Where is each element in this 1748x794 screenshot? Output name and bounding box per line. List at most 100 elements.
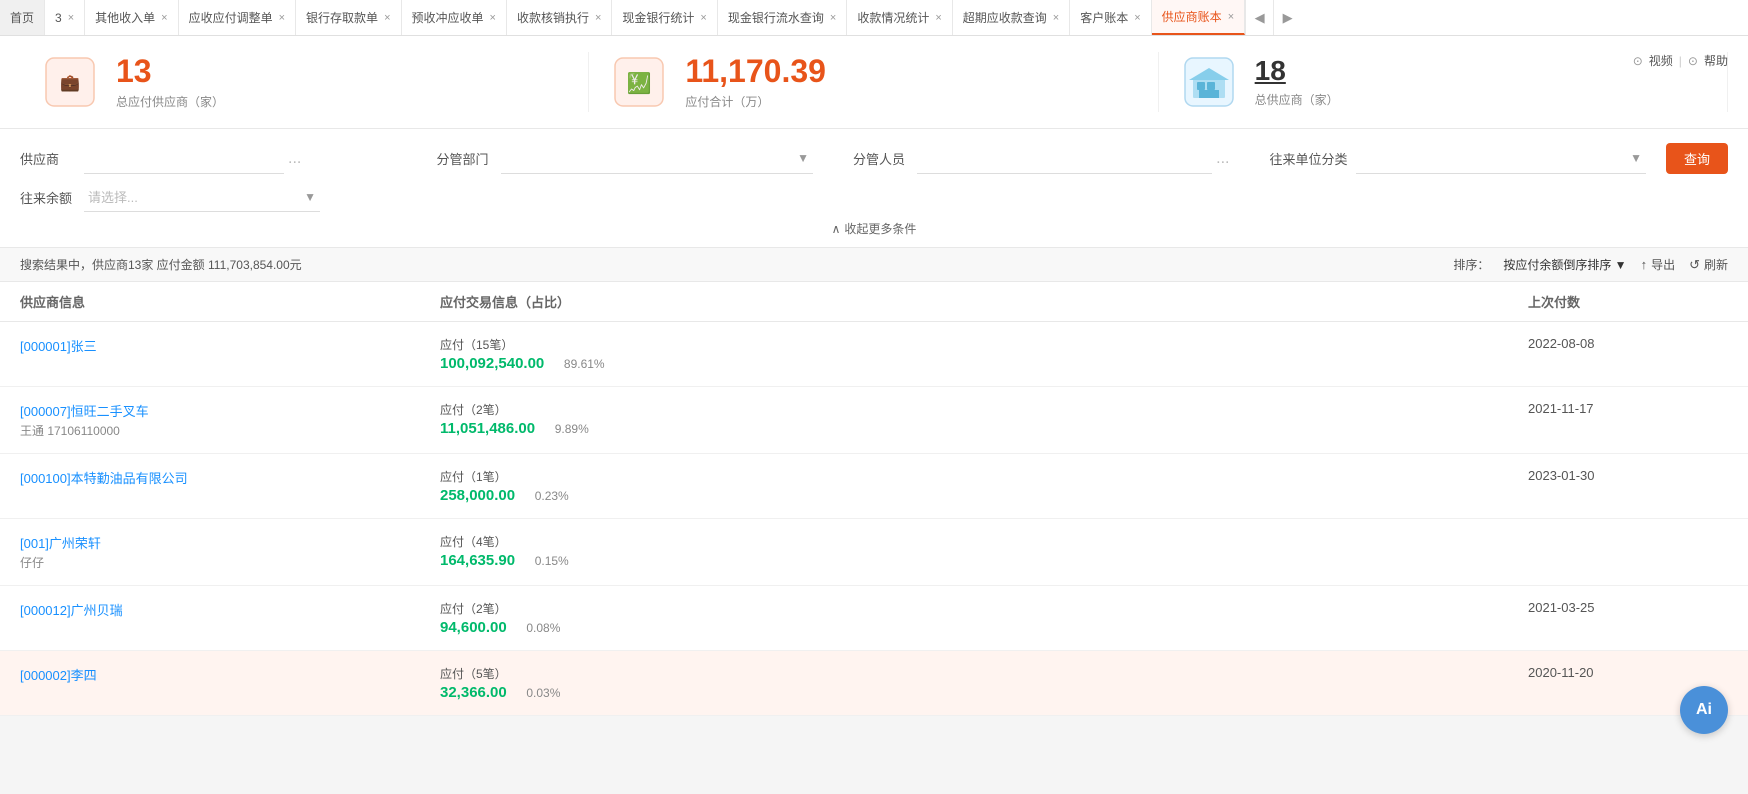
nav-tab-other-income-label: 其他收入单 (95, 9, 155, 26)
nav-arrow-left[interactable]: ◀ (1245, 0, 1273, 35)
nav-tab-customer-book-label: 客户账本 (1080, 9, 1128, 26)
summary-text-amount: 11,170.39 应付合计（万） (685, 54, 826, 110)
supplier-filter-input[interactable] (84, 144, 284, 174)
cell-supplier-3: [000100]本特勤油品有限公司 (20, 468, 440, 487)
nav-tab-overdue-ar[interactable]: 超期应收款查询 × (953, 0, 1070, 35)
summary-card-payable-suppliers: ◇ 💼 13 总应付供应商（家） (20, 52, 589, 112)
nav-tab-overdue-ar-label: 超期应收款查询 (963, 9, 1047, 26)
col-header-transaction: 应付交易信息（占比） (440, 292, 1528, 311)
refresh-label: 刷新 (1704, 256, 1728, 273)
sort-value[interactable]: 按应付余额倒序排序 ▼ (1503, 256, 1626, 273)
trans-label-6: 应付（5笔） (440, 665, 1528, 682)
nav-tab-cash-stat-label: 现金银行统计 (622, 9, 694, 26)
supplier-link-4[interactable]: [001]广州荣轩 (20, 536, 101, 551)
supplier-link-6[interactable]: [000002]李四 (20, 668, 97, 683)
nav-tab-receipt-exec[interactable]: 收款核销执行 × (507, 0, 612, 35)
payable-supplier-label: 总应付供应商（家） (116, 93, 224, 110)
nav-tab-receipt-exec-label: 收款核销执行 (517, 9, 589, 26)
supplier-filter-dots[interactable]: ... (288, 150, 301, 168)
export-button[interactable]: ↑ 导出 (1641, 256, 1676, 273)
category-filter-label: 往来单位分类 (1270, 149, 1348, 168)
filter-dept: 分管部门 ▼ (437, 144, 814, 174)
table-row: [000012]广州贝瑞 应付（2笔） 94,600.00 0.08% 2021… (0, 586, 1748, 651)
trans-amount-2[interactable]: 11,051,486.00 (440, 420, 535, 437)
video-link[interactable]: 视频 (1649, 52, 1673, 69)
top-links: ⊙ 视频 | ⊙ 帮助 (1633, 52, 1728, 69)
trans-pct-3: 0.23% (535, 489, 569, 503)
help-link[interactable]: 帮助 (1704, 52, 1728, 69)
table-row: [000007]恒旺二手叉车 王通 17106110000 应付（2笔） 11,… (0, 387, 1748, 454)
nav-tab-ar-ap-adjust[interactable]: 应收应付调整单 × (179, 0, 296, 35)
balance-filter-dropdown[interactable]: 请选择... ▼ (84, 182, 320, 212)
trans-pct-4: 0.15% (535, 554, 569, 568)
nav-tab-supplier-book-label: 供应商账本 (1162, 8, 1222, 25)
nav-tab-bank-deposit-close[interactable]: × (384, 12, 390, 24)
table-row: [000100]本特勤油品有限公司 应付（1笔） 258,000.00 0.23… (0, 454, 1748, 519)
trans-amount-6[interactable]: 32,366.00 (440, 684, 507, 701)
nav-tab-receipt-stat-close[interactable]: × (935, 12, 941, 24)
trans-label-4: 应付（4笔） (440, 533, 1528, 550)
cell-transaction-6: 应付（5笔） 32,366.00 0.03% (440, 665, 1528, 701)
nav-tab-home[interactable]: 首页 (0, 0, 45, 35)
nav-tab-ar-ap-adjust-close[interactable]: × (279, 12, 285, 24)
result-bar: 搜索结果中，供应商13家 应付金额 111,703,854.00元 排序： 按应… (0, 248, 1748, 282)
nav-tab-cash-stat-close[interactable]: × (700, 12, 706, 24)
supplier-link-3[interactable]: [000100]本特勤油品有限公司 (20, 471, 188, 486)
col-header-lastpay: 上次付数 (1528, 292, 1728, 311)
query-button[interactable]: 查询 (1666, 143, 1728, 174)
cell-supplier-1: [000001]张三 (20, 336, 440, 355)
table-header: 供应商信息 应付交易信息（占比） 上次付数 (0, 282, 1748, 322)
nav-tab-3[interactable]: 3 × (45, 0, 85, 35)
nav-tab-cash-flow-close[interactable]: × (830, 12, 836, 24)
nav-tab-supplier-book[interactable]: 供应商账本 × (1152, 0, 1245, 35)
nav-tab-3-label: 3 (55, 11, 62, 25)
nav-tab-receipt-exec-close[interactable]: × (595, 12, 601, 24)
nav-tab-receipt-stat[interactable]: 收款情况统计 × (847, 0, 952, 35)
nav-tab-customer-book[interactable]: 客户账本 × (1070, 0, 1151, 35)
trans-amount-5[interactable]: 94,600.00 (440, 619, 507, 636)
nav-tab-advance-ar[interactable]: 预收冲应收单 × (402, 0, 507, 35)
nav-tab-3-close[interactable]: × (68, 12, 74, 24)
category-filter-dropdown[interactable]: ▼ (1356, 144, 1646, 174)
supplier-link-2[interactable]: [000007]恒旺二手叉车 (20, 404, 149, 419)
trans-label-1: 应付（15笔） (440, 336, 1528, 353)
nav-tab-other-income[interactable]: 其他收入单 × (85, 0, 178, 35)
summary-bar: ◇ 💼 13 总应付供应商（家） 💹 11,170.39 应付合计（万） (0, 36, 1748, 129)
dept-filter-dropdown[interactable]: ▼ (501, 144, 814, 174)
supplier-sub-4: 仔仔 (20, 554, 440, 571)
trans-amount-3[interactable]: 258,000.00 (440, 487, 515, 504)
result-bar-right: 排序： 按应付余额倒序排序 ▼ ↑ 导出 ↺ 刷新 (1453, 256, 1728, 273)
ai-button[interactable]: Ai (1680, 686, 1728, 734)
trans-pct-5: 0.08% (526, 621, 560, 635)
collapse-button[interactable]: ∧ 收起更多条件 (20, 220, 1728, 237)
nav-tab-bank-deposit[interactable]: 银行存取款单 × (296, 0, 401, 35)
filter-row-2: 往来余额 请选择... ▼ (20, 182, 320, 212)
nav-tab-customer-book-close[interactable]: × (1134, 12, 1140, 24)
summary-card-payable-amount: 💹 11,170.39 应付合计（万） (589, 52, 1158, 112)
nav-tab-cash-flow[interactable]: 现金银行流水查询 × (718, 0, 847, 35)
cell-lastpay-5: 2021-03-25 (1528, 600, 1728, 615)
person-filter-label: 分管人员 (853, 149, 909, 168)
nav-tab-other-income-close[interactable]: × (161, 12, 167, 24)
supplier-link-5[interactable]: [000012]广州贝瑞 (20, 603, 123, 618)
nav-tab-supplier-book-close[interactable]: × (1228, 11, 1234, 23)
nav-tab-cash-stat[interactable]: 现金银行统计 × (612, 0, 717, 35)
nav-tab-advance-ar-close[interactable]: × (490, 12, 496, 24)
filter-balance: 往来余额 请选择... ▼ (20, 182, 320, 212)
cell-supplier-2: [000007]恒旺二手叉车 王通 17106110000 (20, 401, 440, 439)
store-icon (1179, 52, 1239, 112)
svg-text:💹: 💹 (627, 71, 652, 95)
cell-lastpay-2: 2021-11-17 (1528, 401, 1728, 416)
nav-arrow-right[interactable]: ▶ (1273, 0, 1301, 35)
supplier-link-1[interactable]: [000001]张三 (20, 339, 97, 354)
balance-dropdown-text: 请选择... (88, 187, 138, 206)
supplier-filter-label: 供应商 (20, 149, 76, 168)
trans-amount-4[interactable]: 164,635.90 (440, 552, 515, 569)
nav-tab-overdue-ar-close[interactable]: × (1053, 12, 1059, 24)
person-filter-dots[interactable]: ... (1216, 150, 1229, 168)
table-row: [000002]李四 应付（5笔） 32,366.00 0.03% 2020-1… (0, 651, 1748, 716)
person-filter-input[interactable] (917, 144, 1212, 174)
top-navigation: 首页 3 × 其他收入单 × 应收应付调整单 × 银行存取款单 × 预收冲应收单… (0, 0, 1748, 36)
refresh-button[interactable]: ↺ 刷新 (1689, 256, 1728, 273)
trans-amount-1[interactable]: 100,092,540.00 (440, 355, 544, 372)
